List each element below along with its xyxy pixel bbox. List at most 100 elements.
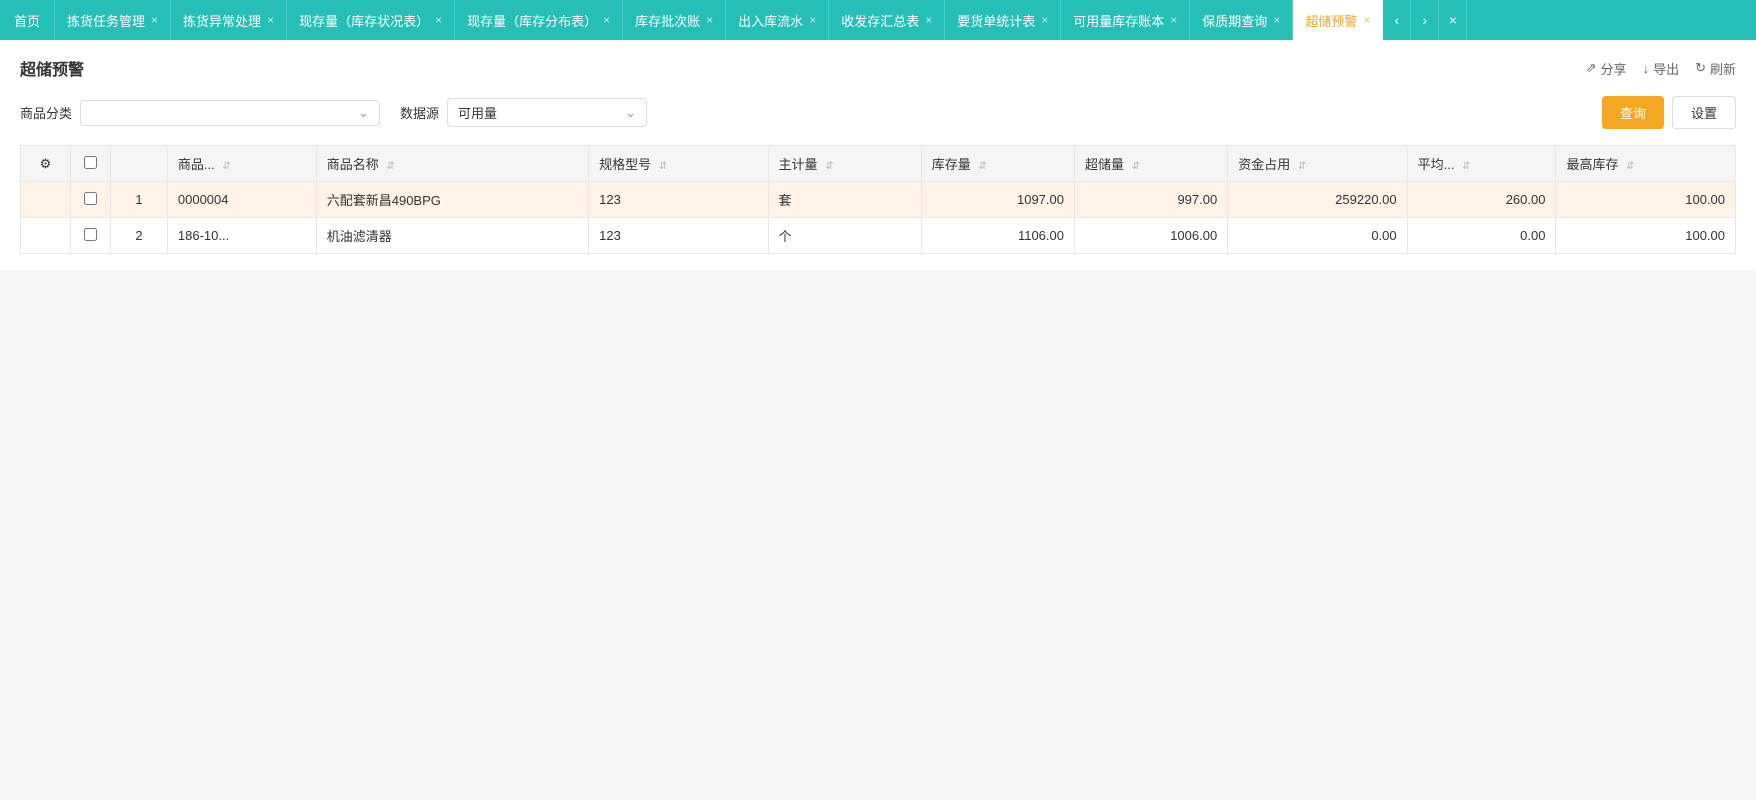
row-overstock-cell: 997.00 bbox=[1074, 182, 1227, 218]
row-name-cell: 机油滤清器 bbox=[316, 218, 588, 254]
stock-column-header[interactable]: 库存量 ⇵ bbox=[921, 146, 1074, 182]
nav-tab-8[interactable]: 可用量库存账本 × bbox=[1061, 0, 1190, 40]
data-table: ⚙ 商品... ⇵ 商品名称 ⇵ 规格型号 ⇵ bbox=[20, 145, 1736, 254]
overstock-column-label: 超储量 bbox=[1085, 157, 1124, 172]
overstock-sort-icon: ⇵ bbox=[1132, 161, 1140, 172]
nav-arrow-left[interactable]: ‹ bbox=[1383, 0, 1411, 40]
nav-tab-label-5: 出入库流水 bbox=[738, 11, 803, 30]
unit-column-header[interactable]: 主计量 ⇵ bbox=[768, 146, 921, 182]
top-navigation: 首页 拣货任务管理 × 拣货异常处理 × 现存量（库存状况表） × 现存量（库存… bbox=[0, 0, 1756, 40]
export-label: 导出 bbox=[1653, 59, 1679, 78]
spec-column-header[interactable]: 规格型号 ⇵ bbox=[589, 146, 768, 182]
row-stock-cell: 1097.00 bbox=[921, 182, 1074, 218]
nav-tab-label-0: 拣货任务管理 bbox=[67, 11, 145, 30]
row-checkbox-cell[interactable] bbox=[71, 218, 111, 254]
category-select[interactable]: ⌄ bbox=[80, 100, 380, 126]
nav-tab-9[interactable]: 保质期查询 × bbox=[1190, 0, 1293, 40]
nav-tab-close-8[interactable]: × bbox=[1170, 13, 1177, 27]
nav-tab-close-5[interactable]: × bbox=[809, 13, 816, 27]
code-sort-icon: ⇵ bbox=[222, 161, 230, 172]
nav-tab-close-9[interactable]: × bbox=[1273, 13, 1280, 27]
nav-tab-3[interactable]: 现存量（库存分布表） × bbox=[455, 0, 623, 40]
name-column-label: 商品名称 bbox=[327, 157, 379, 172]
nav-tab-2[interactable]: 现存量（库存状况表） × bbox=[287, 0, 455, 40]
row-stock-cell: 1106.00 bbox=[921, 218, 1074, 254]
nav-tab-label-6: 收发存汇总表 bbox=[841, 11, 919, 30]
name-sort-icon: ⇵ bbox=[386, 161, 394, 172]
nav-tab-5[interactable]: 出入库流水 × bbox=[726, 0, 829, 40]
overstock-column-header[interactable]: 超储量 ⇵ bbox=[1074, 146, 1227, 182]
query-button[interactable]: 查询 bbox=[1602, 96, 1664, 129]
nav-tab-label-1: 拣货异常处理 bbox=[183, 11, 261, 30]
nav-tab-label-2: 现存量（库存状况表） bbox=[299, 11, 429, 30]
unit-sort-icon: ⇵ bbox=[825, 161, 833, 172]
export-button[interactable]: ↓ 导出 bbox=[1643, 59, 1680, 78]
max-sort-icon: ⇵ bbox=[1626, 161, 1634, 172]
gear-icon: ⚙ bbox=[40, 156, 52, 171]
row-index-cell: 1 bbox=[111, 182, 168, 218]
row-code-cell: 186-10... bbox=[167, 218, 316, 254]
code-column-label: 商品... bbox=[178, 157, 215, 172]
nav-tab-7[interactable]: 要货单统计表 × bbox=[945, 0, 1061, 40]
settings-column-header[interactable]: ⚙ bbox=[21, 146, 71, 182]
checkbox-column-header[interactable] bbox=[71, 146, 111, 182]
datasource-arrow-icon: ⌄ bbox=[625, 105, 636, 121]
nav-tab-1[interactable]: 拣货异常处理 × bbox=[171, 0, 287, 40]
avg-column-header[interactable]: 平均... ⇵ bbox=[1407, 146, 1556, 182]
nav-arrow-close[interactable]: × bbox=[1439, 0, 1467, 40]
table-row: 1 0000004 六配套新昌490BPG 123 套 1097.00 997.… bbox=[21, 182, 1736, 218]
row-checkbox-0[interactable] bbox=[84, 192, 97, 205]
nav-tab-close-10[interactable]: × bbox=[1363, 13, 1370, 27]
row-capital-cell: 259220.00 bbox=[1228, 182, 1407, 218]
table-header-row: ⚙ 商品... ⇵ 商品名称 ⇵ 规格型号 ⇵ bbox=[21, 146, 1736, 182]
nav-tab-close-4[interactable]: × bbox=[706, 13, 713, 27]
spec-column-label: 规格型号 bbox=[599, 157, 651, 172]
row-checkbox-1[interactable] bbox=[84, 228, 97, 241]
nav-tab-10[interactable]: 超储预警 × bbox=[1293, 0, 1383, 40]
row-index-cell: 2 bbox=[111, 218, 168, 254]
nav-tab-close-3[interactable]: × bbox=[603, 13, 610, 27]
refresh-icon: ↻ bbox=[1695, 60, 1706, 76]
nav-tab-4[interactable]: 库存批次账 × bbox=[623, 0, 726, 40]
nav-tab-close-6[interactable]: × bbox=[925, 13, 932, 27]
nav-tab-0[interactable]: 拣货任务管理 × bbox=[55, 0, 171, 40]
setting-button[interactable]: 设置 bbox=[1672, 96, 1736, 129]
capital-sort-icon: ⇵ bbox=[1298, 161, 1306, 172]
unit-column-label: 主计量 bbox=[779, 157, 818, 172]
row-max-cell: 100.00 bbox=[1556, 182, 1736, 218]
row-settings-cell bbox=[21, 182, 71, 218]
nav-tab-close-0[interactable]: × bbox=[151, 13, 158, 27]
max-column-header[interactable]: 最高库存 ⇵ bbox=[1556, 146, 1736, 182]
page-header: 超储预警 ⇗ 分享 ↓ 导出 ↻ 刷新 bbox=[20, 56, 1736, 80]
nav-tab-6[interactable]: 收发存汇总表 × bbox=[829, 0, 945, 40]
nav-tab-label-7: 要货单统计表 bbox=[957, 11, 1035, 30]
row-avg-cell: 260.00 bbox=[1407, 182, 1556, 218]
row-code-cell: 0000004 bbox=[167, 182, 316, 218]
table-row: 2 186-10... 机油滤清器 123 个 1106.00 1006.00 … bbox=[21, 218, 1736, 254]
page-content: 超储预警 ⇗ 分享 ↓ 导出 ↻ 刷新 商品分类 ⌄ 数据源 bbox=[0, 40, 1756, 270]
nav-tab-close-7[interactable]: × bbox=[1041, 13, 1048, 27]
table-body: 1 0000004 六配套新昌490BPG 123 套 1097.00 997.… bbox=[21, 182, 1736, 254]
row-capital-cell: 0.00 bbox=[1228, 218, 1407, 254]
row-settings-cell bbox=[21, 218, 71, 254]
nav-tab-close-2[interactable]: × bbox=[435, 13, 442, 27]
code-column-header[interactable]: 商品... ⇵ bbox=[167, 146, 316, 182]
select-all-checkbox[interactable] bbox=[84, 156, 97, 169]
nav-arrow-right[interactable]: › bbox=[1411, 0, 1439, 40]
category-label: 商品分类 bbox=[20, 103, 72, 122]
row-checkbox-cell[interactable] bbox=[71, 182, 111, 218]
index-column-header bbox=[111, 146, 168, 182]
refresh-button[interactable]: ↻ 刷新 bbox=[1695, 59, 1736, 78]
row-max-cell: 100.00 bbox=[1556, 218, 1736, 254]
share-button[interactable]: ⇗ 分享 bbox=[1586, 59, 1627, 78]
filter-action-buttons: 查询 设置 bbox=[1602, 96, 1736, 129]
datasource-select[interactable]: 可用量 ⌄ bbox=[447, 98, 647, 127]
name-column-header[interactable]: 商品名称 ⇵ bbox=[316, 146, 588, 182]
nav-home[interactable]: 首页 bbox=[0, 0, 55, 40]
datasource-filter-group: 数据源 可用量 ⌄ bbox=[400, 98, 647, 127]
capital-column-header[interactable]: 资金占用 ⇵ bbox=[1228, 146, 1407, 182]
refresh-label: 刷新 bbox=[1710, 59, 1736, 78]
avg-sort-icon: ⇵ bbox=[1462, 161, 1470, 172]
page-title: 超储预警 bbox=[20, 56, 84, 80]
nav-tab-close-1[interactable]: × bbox=[267, 13, 274, 27]
